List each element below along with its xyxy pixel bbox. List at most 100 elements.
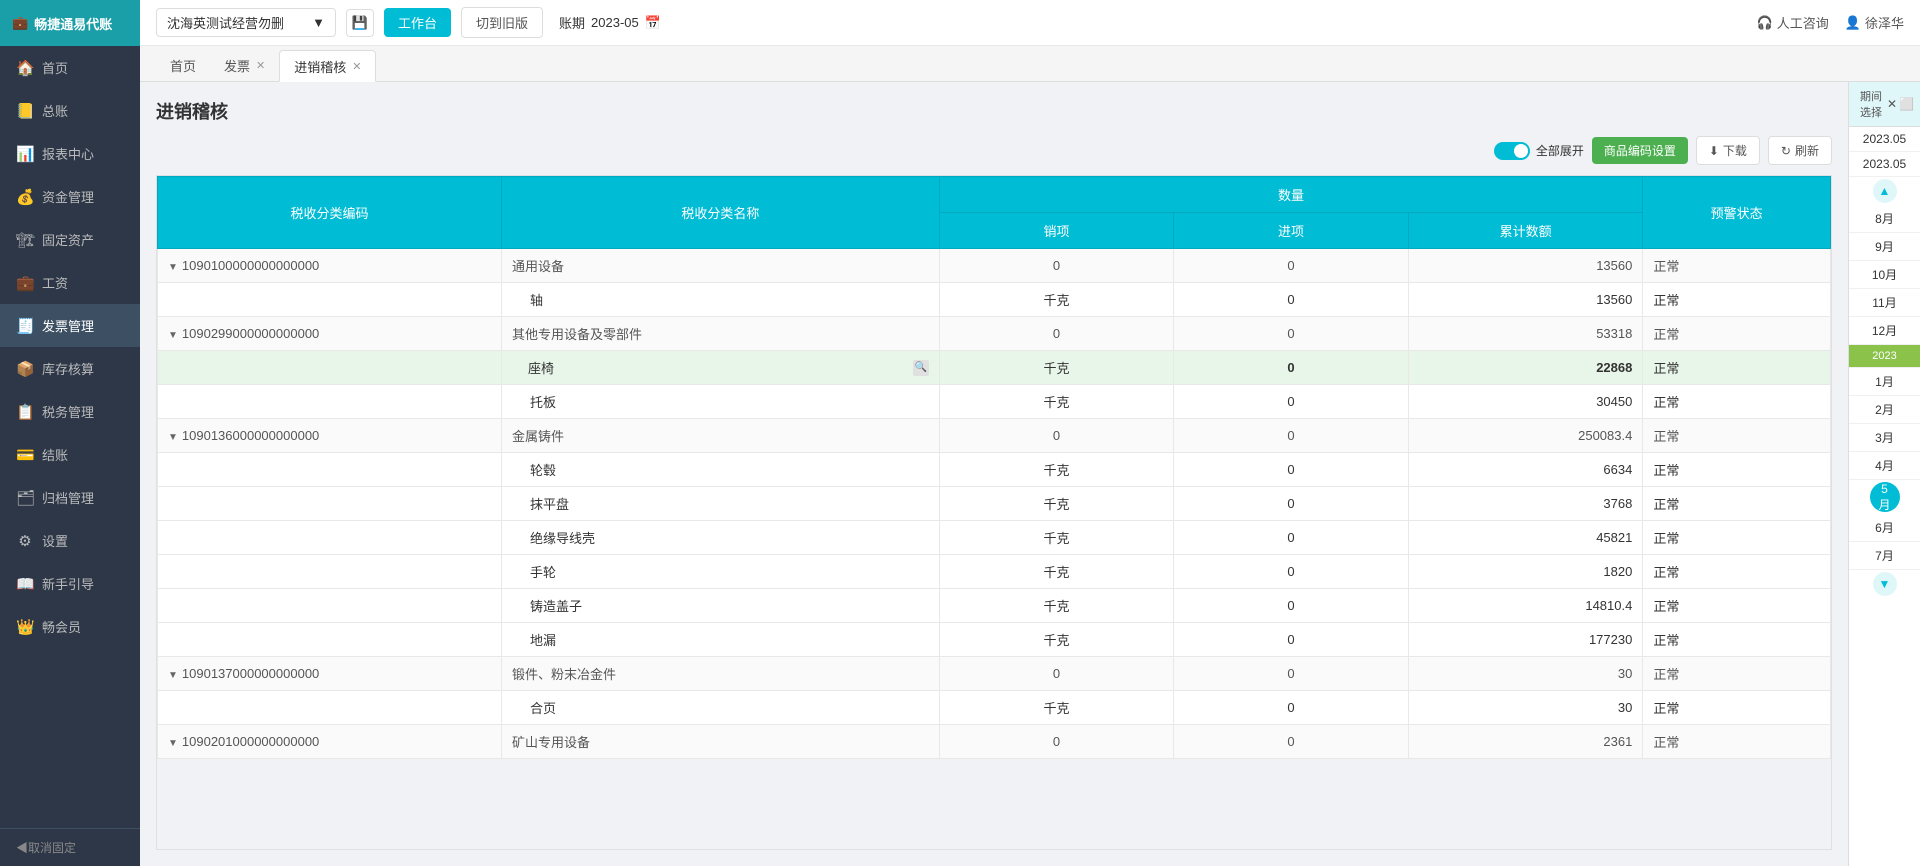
col-purchase: 进项: [1174, 213, 1409, 249]
product-code-button[interactable]: 商品编码设置: [1592, 137, 1688, 164]
sidebar-item-reports[interactable]: 📊 报表中心: [0, 132, 140, 175]
period-item-11[interactable]: 11月: [1849, 289, 1920, 317]
cell-unit: 千克: [939, 453, 1174, 487]
cell-cumulative: 3768: [1408, 487, 1643, 521]
cell-name: 合页: [501, 691, 939, 725]
sidebar-item-label: 新手引导: [42, 574, 94, 593]
cell-name: 轮毂: [501, 453, 939, 487]
cell-purchase: 0: [1174, 657, 1409, 691]
scroll-down-arrow[interactable]: ▼: [1873, 572, 1897, 596]
cell-unit: 千克: [939, 691, 1174, 725]
cell-code: [158, 555, 502, 589]
sidebar-item-tax[interactable]: 📋 税务管理: [0, 390, 140, 433]
refresh-button[interactable]: ↻ 刷新: [1768, 136, 1832, 165]
cell-name: 锻件、粉末冶金件: [501, 657, 939, 691]
expand-icon[interactable]: ▼: [168, 432, 178, 443]
search-icon[interactable]: 🔍: [913, 360, 929, 376]
cell-warning: 正常: [1643, 691, 1831, 725]
cell-name: 其他专用设备及零部件: [501, 317, 939, 351]
period-item-9[interactable]: 9月: [1849, 233, 1920, 261]
period-item-10[interactable]: 10月: [1849, 261, 1920, 289]
switch-version-button[interactable]: 切到旧版: [461, 7, 543, 38]
scroll-up-arrow[interactable]: ▲: [1873, 179, 1897, 203]
expand-icon[interactable]: ▼: [168, 670, 178, 681]
period-year-2023[interactable]: 2023: [1849, 345, 1920, 368]
sidebar-item-ledger[interactable]: 📒 总账: [0, 89, 140, 132]
sidebar-item-guide[interactable]: 📖 新手引导: [0, 562, 140, 605]
period-item-2023-05-b[interactable]: 2023.05: [1849, 152, 1920, 177]
cell-code: ▼1090299000000000000: [158, 317, 502, 351]
cell-code: [158, 385, 502, 419]
page-title: 进销稽核: [156, 98, 1832, 124]
sidebar-item-home[interactable]: 🏠 首页: [0, 46, 140, 89]
download-button[interactable]: ⬇ 下载: [1696, 136, 1760, 165]
home-icon: 🏠: [16, 59, 34, 77]
user-profile[interactable]: 👤 徐泽华: [1845, 13, 1904, 32]
period-item-2023-05-a[interactable]: 2023.05: [1849, 127, 1920, 152]
period-item-4[interactable]: 4月: [1849, 452, 1920, 480]
workbench-button[interactable]: 工作台: [384, 8, 451, 37]
company-selector[interactable]: 沈海英测试经营勿删 ▼: [156, 8, 336, 37]
support-button[interactable]: 🎧 人工咨询: [1757, 13, 1829, 32]
cell-purchase: 0: [1174, 249, 1409, 283]
period-item-3[interactable]: 3月: [1849, 424, 1920, 452]
tab-reconcile-close[interactable]: ✕: [352, 60, 361, 73]
expand-panel-icon[interactable]: ⬜: [1899, 97, 1914, 111]
sidebar-item-settlement[interactable]: 💳 结账: [0, 433, 140, 476]
cell-sales: 0: [939, 657, 1174, 691]
tab-invoice[interactable]: 发票 ✕: [210, 49, 279, 81]
cell-name-text: 座椅: [512, 358, 909, 377]
sidebar-item-inventory[interactable]: 📦 库存核算: [0, 347, 140, 390]
refresh-label: 刷新: [1795, 142, 1819, 159]
col-warning: 预警状态: [1643, 177, 1831, 249]
save-button[interactable]: 💾: [346, 9, 374, 37]
expand-icon[interactable]: ▼: [168, 738, 178, 749]
cell-sales: 0: [939, 725, 1174, 759]
cell-warning: 正常: [1643, 521, 1831, 555]
period-scroll[interactable]: 2023.05 2023.05 ▲ 8月 9月 10月 11月 12月 2023…: [1849, 127, 1920, 866]
sidebar-collapse-btn[interactable]: ◀取消固定: [0, 828, 140, 866]
period-item-6[interactable]: 6月: [1849, 514, 1920, 542]
tab-reconcile[interactable]: 进销稽核 ✕: [279, 50, 376, 82]
cell-cumulative: 53318: [1408, 317, 1643, 351]
sidebar-item-member[interactable]: 👑 畅会员: [0, 605, 140, 648]
sidebar-item-label: 结账: [42, 445, 68, 464]
cell-warning: 正常: [1643, 419, 1831, 453]
cell-code: [158, 283, 502, 317]
cell-warning: 正常: [1643, 453, 1831, 487]
sidebar-item-invoice[interactable]: 🧾 发票管理: [0, 304, 140, 347]
tab-invoice-close[interactable]: ✕: [256, 59, 265, 72]
close-panel-icon[interactable]: ✕: [1887, 97, 1897, 111]
period-item-1[interactable]: 1月: [1849, 368, 1920, 396]
sidebar-item-assets[interactable]: 🏗 固定资产: [0, 218, 140, 261]
period-item-12[interactable]: 12月: [1849, 317, 1920, 345]
expand-icon[interactable]: ▼: [168, 330, 178, 341]
expand-icon[interactable]: ▼: [168, 262, 178, 273]
table-row: 轮毂 千克 0 6634 正常: [158, 453, 1831, 487]
headset-icon: 🎧: [1757, 15, 1773, 31]
panel-arrows: ✕ ⬜: [1887, 97, 1914, 111]
period-item-8[interactable]: 8月: [1849, 205, 1920, 233]
period-item-7[interactable]: 7月: [1849, 542, 1920, 570]
sidebar-item-label: 畅会员: [42, 617, 81, 636]
cell-name: 座椅 🔍: [501, 351, 939, 385]
expand-switch[interactable]: [1494, 142, 1530, 160]
calendar-icon[interactable]: 📅: [645, 15, 661, 31]
data-table-container: 税收分类编码 税收分类名称 数量 预警状态 销项 进项 累计数额: [156, 175, 1832, 850]
period-item-2[interactable]: 2月: [1849, 396, 1920, 424]
cell-code: ▼1090100000000000000: [158, 249, 502, 283]
period-item-5-active[interactable]: 5月: [1870, 482, 1900, 512]
cell-sales: 0: [1174, 623, 1409, 657]
company-name: 沈海英测试经营勿删: [167, 13, 284, 32]
cell-unit: 千克: [939, 623, 1174, 657]
settlement-icon: 💳: [16, 446, 34, 464]
sidebar-item-archive[interactable]: 🗂 归档管理: [0, 476, 140, 519]
expand-all-toggle[interactable]: 全部展开: [1494, 142, 1584, 160]
cell-sales: 0: [939, 317, 1174, 351]
sidebar-item-payroll[interactable]: 💼 工资: [0, 261, 140, 304]
tab-home[interactable]: 首页: [156, 49, 210, 81]
sidebar-item-funds[interactable]: 💰 资金管理: [0, 175, 140, 218]
sidebar-item-settings[interactable]: ⚙ 设置: [0, 519, 140, 562]
data-table: 税收分类编码 税收分类名称 数量 预警状态 销项 进项 累计数额: [157, 176, 1831, 759]
table-row: 手轮 千克 0 1820 正常: [158, 555, 1831, 589]
